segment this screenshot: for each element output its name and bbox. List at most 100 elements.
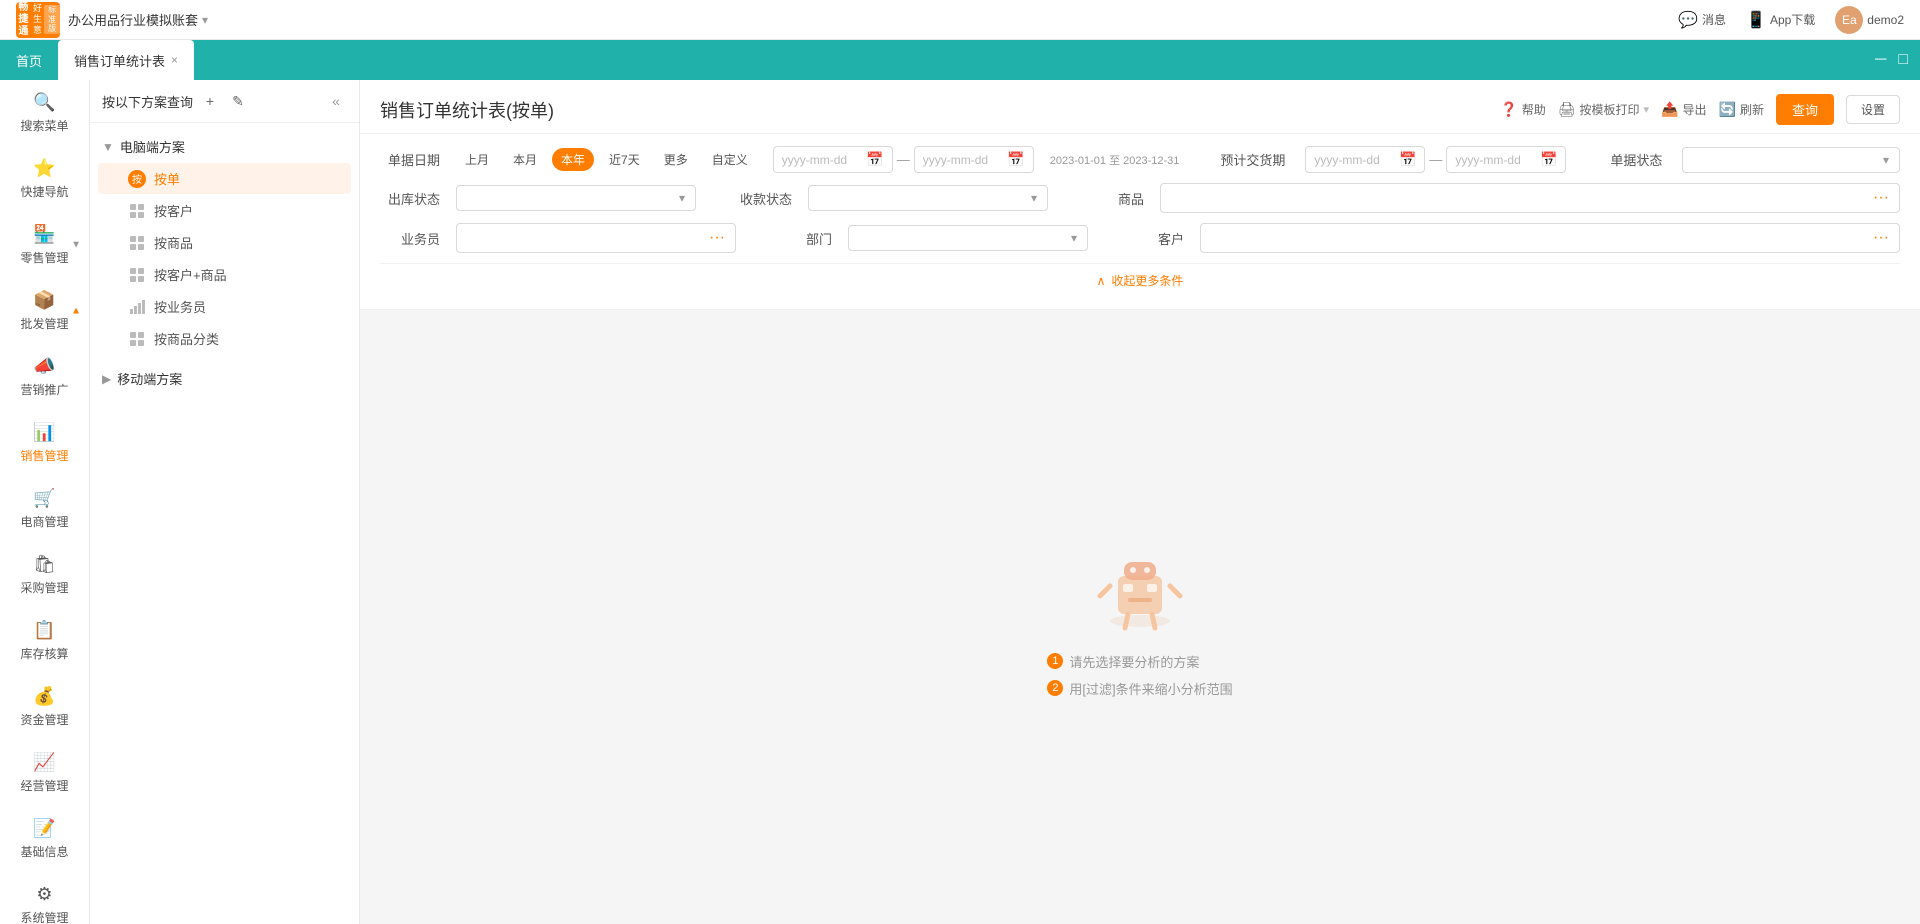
template-print-button[interactable]: 🖨 按模板打印 ▾ [1558, 101, 1649, 118]
date-range: yyyy-mm-dd 📅 — yyyy-mm-dd 📅 [773, 146, 1034, 173]
customer-more-icon[interactable]: ··· [1873, 229, 1889, 247]
empty-tip-1: 1 请先选择要分析的方案 [1047, 652, 1232, 671]
sidebar-item-wholesale[interactable]: 📦 批发管理 ▲ [0, 278, 89, 344]
sidebar: 🔍 搜索菜单 ⭐ 快捷导航 🏪 零售管理 ▼ 📦 批发管理 ▲ 📣 营销推广 📊… [0, 80, 90, 924]
tab-home[interactable]: 首页 [0, 40, 58, 80]
salesperson-more-icon[interactable]: ··· [709, 229, 725, 247]
customer-select[interactable]: ··· [1200, 223, 1900, 253]
date-end-input[interactable]: yyyy-mm-dd 📅 [914, 146, 1034, 173]
ship-status-label: 出库状态 [380, 189, 440, 208]
sidebar-item-marketing[interactable]: 📣 营销推广 [0, 344, 89, 410]
this-year-btn[interactable]: 本年 [552, 148, 594, 171]
page-header: 销售订单统计表(按单) ❓ 帮助 🖨 按模板打印 ▾ 📤 导出 [360, 80, 1920, 134]
export-button[interactable]: 📤 导出 [1661, 101, 1706, 118]
sidebar-item-sales[interactable]: 📊 销售管理 [0, 410, 89, 476]
payment-status-select[interactable]: ▾ [808, 185, 1048, 211]
mobile-scheme-group[interactable]: ▶ 移动端方案 [90, 363, 359, 394]
scheme-section-pc: ▼ 电脑端方案 按 按单 按客户 [90, 123, 359, 363]
expected-date-label: 预计交货期 [1215, 150, 1285, 169]
edit-scheme-button[interactable]: ✎ [227, 90, 249, 112]
tab-bar-actions: ─ □ [1875, 51, 1920, 69]
expected-date-end-input[interactable]: yyyy-mm-dd 📅 [1446, 146, 1566, 173]
wholesale-icon: 📦 [33, 290, 55, 311]
filter-row-1: 单据日期 上月 本月 本年 近7天 更多 自定义 yyyy-mm-dd 📅 [380, 146, 1900, 173]
this-month-btn[interactable]: 本月 [504, 148, 546, 171]
tip-num-2: 2 [1047, 680, 1063, 696]
scheme-item-by-customer-goods[interactable]: 按客户+商品 [98, 259, 351, 290]
date-start-calendar-icon: 📅 [866, 151, 883, 168]
refresh-button[interactable]: 🔄 刷新 [1719, 101, 1764, 118]
sidebar-item-purchase[interactable]: 🛍 采购管理 [0, 542, 89, 608]
settings-button[interactable]: 设置 [1846, 95, 1900, 124]
app-download-button[interactable]: 📱 App下载 [1746, 10, 1815, 30]
search-icon: 🔍 [33, 92, 55, 113]
industry-dropdown[interactable]: 办公用品行业模拟账套 ▾ [68, 10, 208, 29]
last7days-btn[interactable]: 近7天 [600, 148, 649, 171]
sidebar-item-search[interactable]: 🔍 搜索菜单 [0, 80, 89, 146]
scheme-item-by-order[interactable]: 按 按单 [98, 163, 351, 194]
date-start-input[interactable]: yyyy-mm-dd 📅 [773, 146, 893, 173]
sidebar-item-system[interactable]: ⚙ 系统管理 [0, 872, 89, 924]
ship-status-arrow-icon: ▾ [679, 191, 685, 205]
scheme-item-by-customer[interactable]: 按客户 [98, 195, 351, 226]
payment-status-arrow-icon: ▾ [1031, 191, 1037, 205]
scheme-item-by-salesperson[interactable]: 按业务员 [98, 291, 351, 322]
finance-icon: 💰 [33, 686, 55, 707]
sidebar-item-inventory[interactable]: 📋 库存核算 [0, 608, 89, 674]
collapse-filter-button[interactable]: ∧ 收起更多条件 [380, 263, 1900, 297]
content-area: 按以下方案查询 + ✎ « ▼ 电脑端方案 按 [90, 80, 1920, 924]
sidebar-item-finance[interactable]: 💰 资金管理 [0, 674, 89, 740]
scheme-item-by-goods[interactable]: 按商品 [98, 227, 351, 258]
pc-scheme-group[interactable]: ▼ 电脑端方案 [90, 131, 359, 162]
last-month-btn[interactable]: 上月 [456, 148, 498, 171]
sidebar-item-basic[interactable]: 📝 基础信息 [0, 806, 89, 872]
ship-status-select[interactable]: ▾ [456, 185, 696, 211]
date-divider: — [897, 152, 910, 167]
sidebar-item-quick-nav[interactable]: ⭐ 快捷导航 [0, 146, 89, 212]
add-scheme-button[interactable]: + [199, 90, 221, 112]
avatar: Ea [1835, 6, 1863, 34]
salesperson-select[interactable]: ··· [456, 223, 736, 253]
goods-select[interactable]: ··· [1160, 183, 1900, 213]
tab-maximize-icon[interactable]: □ [1898, 51, 1908, 69]
department-select[interactable]: ▾ [848, 225, 1088, 251]
tab-minimize-icon[interactable]: ─ [1875, 51, 1886, 69]
empty-state: 1 请先选择要分析的方案 2 用[过滤]条件来缩小分析范围 [360, 310, 1920, 924]
order-status-arrow-icon: ▾ [1883, 153, 1889, 167]
page-actions: ❓ 帮助 🖨 按模板打印 ▾ 📤 导出 🔄 刷新 [1500, 94, 1900, 125]
user-menu[interactable]: Ea demo2 [1835, 6, 1904, 34]
tip-num-1: 1 [1047, 653, 1063, 669]
top-bar-right: 💬 消息 📱 App下载 Ea demo2 [1678, 6, 1904, 34]
date-label: 单据日期 [380, 150, 440, 169]
page-title: 销售订单统计表(按单) [380, 97, 554, 123]
tab-close-icon[interactable]: × [171, 53, 178, 67]
system-icon: ⚙ [36, 884, 52, 905]
custom-date-btn[interactable]: 自定义 [703, 148, 757, 171]
sidebar-item-operation[interactable]: 📈 经营管理 [0, 740, 89, 806]
sidebar-item-ecommerce[interactable]: 🛒 电商管理 [0, 476, 89, 542]
scheme-customer-icon [128, 202, 146, 220]
goods-label: 商品 [1084, 189, 1144, 208]
help-button[interactable]: ❓ 帮助 [1500, 101, 1545, 118]
left-panel-header: 按以下方案查询 + ✎ « [90, 80, 359, 123]
wholesale-expand-icon: ▲ [71, 306, 81, 317]
order-status-select[interactable]: ▾ [1682, 147, 1900, 173]
date-end-calendar-icon: 📅 [1007, 151, 1024, 168]
expected-date-range: yyyy-mm-dd 📅 — yyyy-mm-dd 📅 [1305, 146, 1566, 173]
left-panel: 按以下方案查询 + ✎ « ▼ 电脑端方案 按 [90, 80, 360, 924]
scheme-item-by-category[interactable]: 按商品分类 [98, 323, 351, 354]
right-main: 销售订单统计表(按单) ❓ 帮助 🖨 按模板打印 ▾ 📤 导出 [360, 80, 1920, 924]
left-panel-title: 按以下方案查询 [102, 92, 193, 111]
goods-more-icon[interactable]: ··· [1873, 189, 1889, 207]
query-button[interactable]: 查询 [1776, 94, 1834, 125]
message-button[interactable]: 💬 消息 [1678, 10, 1726, 30]
more-date-btn[interactable]: 更多 [655, 148, 697, 171]
top-bar-left: 畅捷通 好生意 标准版 办公用品行业模拟账套 ▾ [16, 2, 208, 38]
expected-start-calendar-icon: 📅 [1399, 151, 1416, 168]
tab-sales-order-stats[interactable]: 销售订单统计表 × [58, 40, 194, 80]
sidebar-item-retail[interactable]: 🏪 零售管理 ▼ [0, 212, 89, 278]
collapse-panel-button[interactable]: « [325, 90, 347, 112]
department-label: 部门 [772, 229, 832, 248]
expected-date-start-input[interactable]: yyyy-mm-dd 📅 [1305, 146, 1425, 173]
app-logo: 畅捷通 好生意 标准版 [16, 2, 60, 38]
